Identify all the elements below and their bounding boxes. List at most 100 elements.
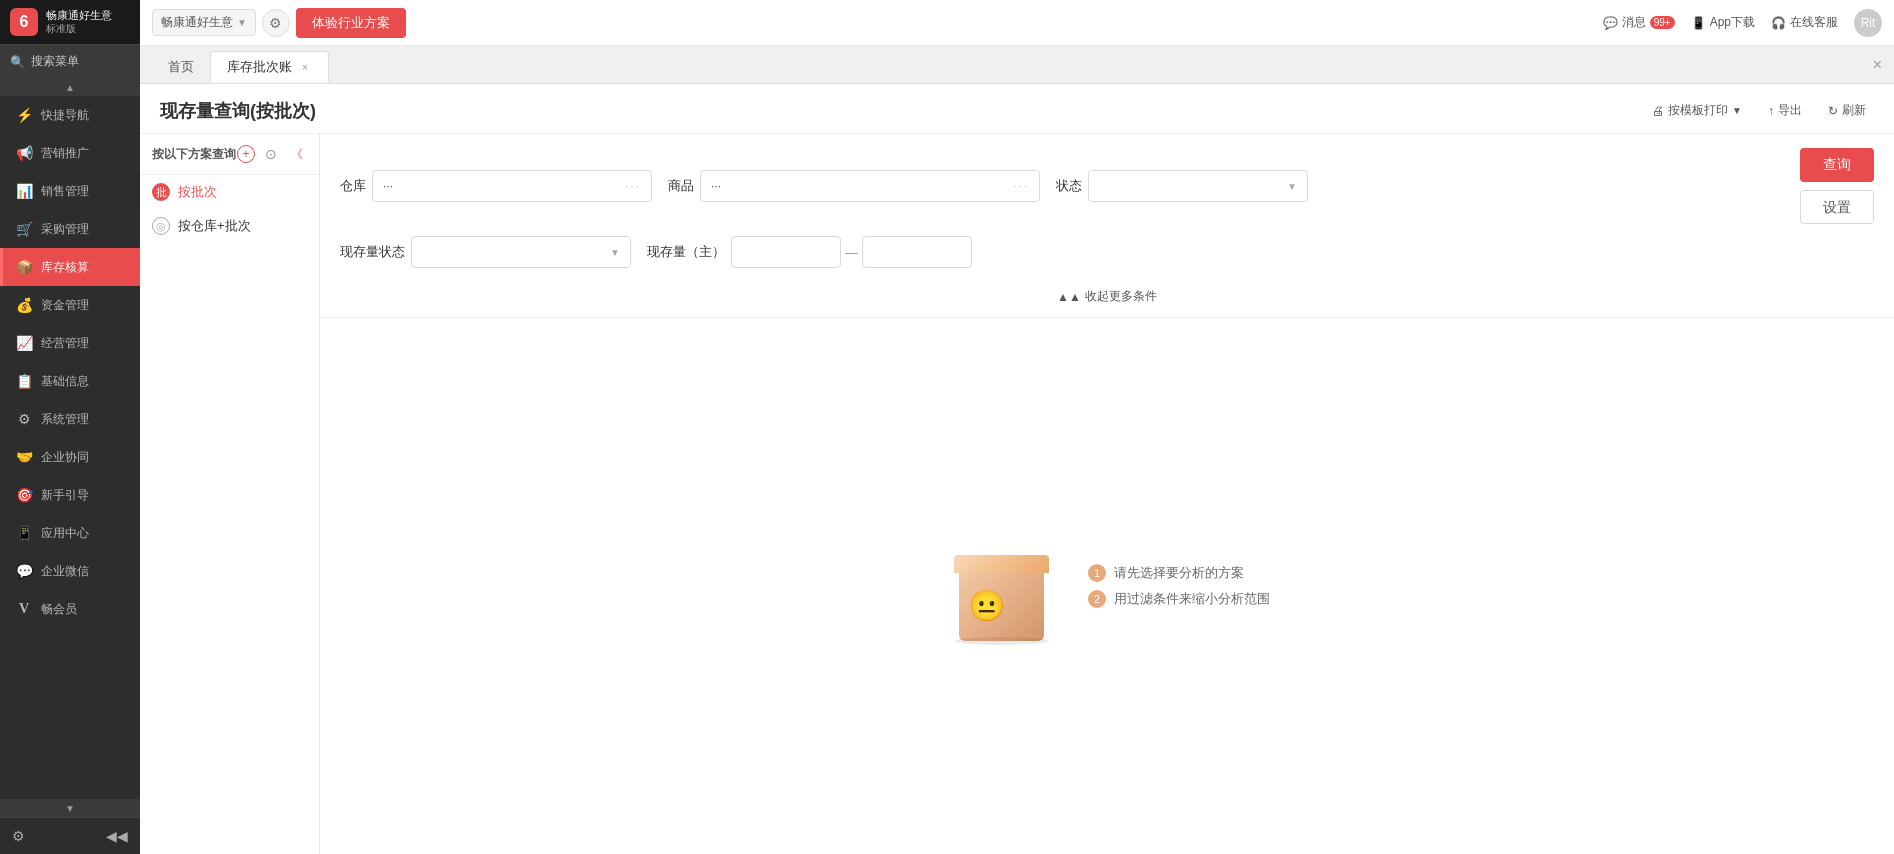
user-menu-btn[interactable]: Rit	[1854, 9, 1882, 37]
edition-label: 标准版	[46, 22, 112, 36]
filter-stock-status: 现存量状态 ▼	[340, 236, 631, 268]
stock-qty-from[interactable]	[731, 236, 841, 268]
filter-warehouse: 仓库 ··· ···	[340, 170, 652, 202]
scheme-item-warehouse-batch[interactable]: ◎ 按仓库+批次	[140, 209, 319, 243]
sidebar-item-wechat-label: 企业微信	[41, 563, 89, 580]
stock-qty-range: —	[731, 236, 972, 268]
collapse-label: 收起更多条件	[1085, 288, 1157, 305]
sidebar-item-system[interactable]: ⚙ 系统管理	[0, 400, 140, 438]
app-download-label: App下载	[1710, 14, 1755, 31]
empty-hint-1: 1 请先选择要分析的方案	[1088, 564, 1270, 582]
tab-inventory-batch[interactable]: 库存批次账 ×	[210, 51, 329, 83]
stock-qty-label: 现存量（主）	[647, 243, 725, 261]
scheme-panel: 按以下方案查询 + ⊙ 《 批 按批次 ◎ 按仓库+批次	[140, 134, 320, 854]
main-filter-section: 仓库 ··· ··· 商品 ··· ···	[320, 134, 1894, 854]
status-dropdown-icon: ▼	[1287, 181, 1297, 192]
scroll-up-btn[interactable]: ▲	[0, 78, 140, 96]
collapse-more-btn[interactable]: ▲▲ 收起更多条件	[340, 280, 1874, 317]
footer-collapse-btn[interactable]: ◀◀	[106, 828, 128, 844]
message-btn[interactable]: 💬 消息 99+	[1603, 14, 1675, 31]
hint-num-2: 2	[1088, 590, 1106, 608]
print-btn[interactable]: 🖨 按模板打印 ▼	[1644, 98, 1750, 123]
filter-row-2: 现存量状态 ▼ 现存量（主） —	[340, 236, 1874, 268]
company-selector[interactable]: 畅康通好生意 ▼	[152, 9, 256, 36]
search-menu-item[interactable]: 🔍 搜索菜单	[0, 45, 140, 78]
scheme-panel-actions: + ⊙ 《	[237, 144, 307, 164]
sidebar-item-quicknav[interactable]: ⚡ 快捷导航	[0, 96, 140, 134]
sidebar-item-quicknav-label: 快捷导航	[41, 107, 89, 124]
scheme-add-btn[interactable]: +	[237, 145, 255, 163]
online-service-btn[interactable]: 🎧 在线客服	[1771, 14, 1838, 31]
footer-settings-btn[interactable]: ⚙	[12, 828, 25, 844]
query-btn[interactable]: 查询	[1800, 148, 1874, 182]
vip-icon: V	[15, 600, 33, 618]
sidebar-item-purchase[interactable]: 🛒 采购管理	[0, 210, 140, 248]
tab-home[interactable]: 首页	[152, 51, 210, 83]
export-btn[interactable]: ↑ 导出	[1760, 98, 1810, 123]
sidebar-item-basic[interactable]: 📋 基础信息	[0, 362, 140, 400]
scheme-settings-btn[interactable]: ⊙	[261, 144, 281, 164]
topbar-settings-btn[interactable]: ⚙	[262, 9, 290, 37]
refresh-btn[interactable]: ↻ 刷新	[1820, 98, 1874, 123]
warehouse-input[interactable]: ··· ···	[372, 170, 652, 202]
scroll-down-btn[interactable]: ▼	[0, 799, 140, 817]
business-icon: 📈	[15, 334, 33, 352]
collapse-chevron-icon: ▲▲	[1057, 290, 1081, 304]
sidebar-item-sales-label: 销售管理	[41, 183, 89, 200]
box-face: 😐	[968, 588, 1005, 623]
app-logo: 6	[10, 8, 38, 36]
filter-row-1: 仓库 ··· ··· 商品 ··· ···	[340, 148, 1874, 224]
sidebar-item-vip[interactable]: V 畅会员	[0, 590, 140, 628]
close-all-tabs-btn[interactable]: ×	[1873, 56, 1882, 74]
sidebar-item-sales[interactable]: 📊 销售管理	[0, 172, 140, 210]
refresh-icon: ↻	[1828, 104, 1838, 118]
empty-illustration: 😐	[944, 531, 1064, 641]
sales-icon: 📊	[15, 182, 33, 200]
user-avatar: Rit	[1854, 9, 1882, 37]
topbar-settings-icon: ⚙	[269, 15, 282, 31]
hint-num-1: 1	[1088, 564, 1106, 582]
topbar-left: 畅康通好生意 ▼ ⚙ 体验行业方案	[152, 8, 1595, 38]
refresh-label: 刷新	[1842, 102, 1866, 119]
quicknav-icon: ⚡	[15, 106, 33, 124]
company-name: 畅康通好生意	[46, 8, 112, 22]
export-icon: ↑	[1768, 104, 1774, 118]
stock-status-dropdown-icon: ▼	[610, 247, 620, 258]
purchase-icon: 🛒	[15, 220, 33, 238]
sidebar-item-purchase-label: 采购管理	[41, 221, 89, 238]
sidebar-nav: ⚡ 快捷导航 📢 营销推广 📊 销售管理 🛒 采购管理 📦 库存核算 💰 资金管…	[0, 96, 140, 799]
product-placeholder: ···	[711, 179, 721, 193]
sidebar-item-basic-label: 基础信息	[41, 373, 89, 390]
sidebar-item-business[interactable]: 📈 经营管理	[0, 324, 140, 362]
settings-btn[interactable]: 设置	[1800, 190, 1874, 224]
app-download-btn[interactable]: 📱 App下载	[1691, 14, 1755, 31]
sidebar-item-inventory[interactable]: 📦 库存核算	[0, 248, 140, 286]
status-select[interactable]: ▼	[1088, 170, 1308, 202]
sidebar-item-wechat[interactable]: 💬 企业微信	[0, 552, 140, 590]
sidebar-footer: ⚙ ◀◀	[0, 817, 140, 854]
search-menu-label: 搜索菜单	[31, 53, 79, 70]
sidebar-item-guide-label: 新手引导	[41, 487, 89, 504]
sidebar-item-marketing[interactable]: 📢 营销推广	[0, 134, 140, 172]
sidebar-item-system-label: 系统管理	[41, 411, 89, 428]
scheme-collapse-btn[interactable]: 《	[287, 144, 307, 164]
page-title: 现存量查询(按批次)	[160, 99, 316, 123]
product-input[interactable]: ··· ···	[700, 170, 1040, 202]
sidebar-item-collab[interactable]: 🤝 企业协同	[0, 438, 140, 476]
sidebar-item-guide[interactable]: 🎯 新手引导	[0, 476, 140, 514]
scheme-item-batch[interactable]: 批 按批次	[140, 175, 319, 209]
stock-status-select[interactable]: ▼	[411, 236, 631, 268]
sidebar-item-apps[interactable]: 📱 应用中心	[0, 514, 140, 552]
stock-qty-to[interactable]	[862, 236, 972, 268]
stock-status-label: 现存量状态	[340, 243, 405, 261]
scheme-panel-title: 按以下方案查询	[152, 146, 236, 163]
message-label: 消息	[1622, 14, 1646, 31]
tab-inventory-batch-label: 库存批次账	[227, 58, 292, 76]
tab-close-btn[interactable]: ×	[298, 60, 312, 74]
sidebar-item-vip-label: 畅会员	[41, 601, 77, 618]
trial-btn[interactable]: 体验行业方案	[296, 8, 406, 38]
print-dropdown-icon: ▼	[1732, 105, 1742, 116]
sidebar-item-finance[interactable]: 💰 资金管理	[0, 286, 140, 324]
print-icon: 🖨	[1652, 104, 1664, 118]
sidebar-item-marketing-label: 营销推广	[41, 145, 89, 162]
